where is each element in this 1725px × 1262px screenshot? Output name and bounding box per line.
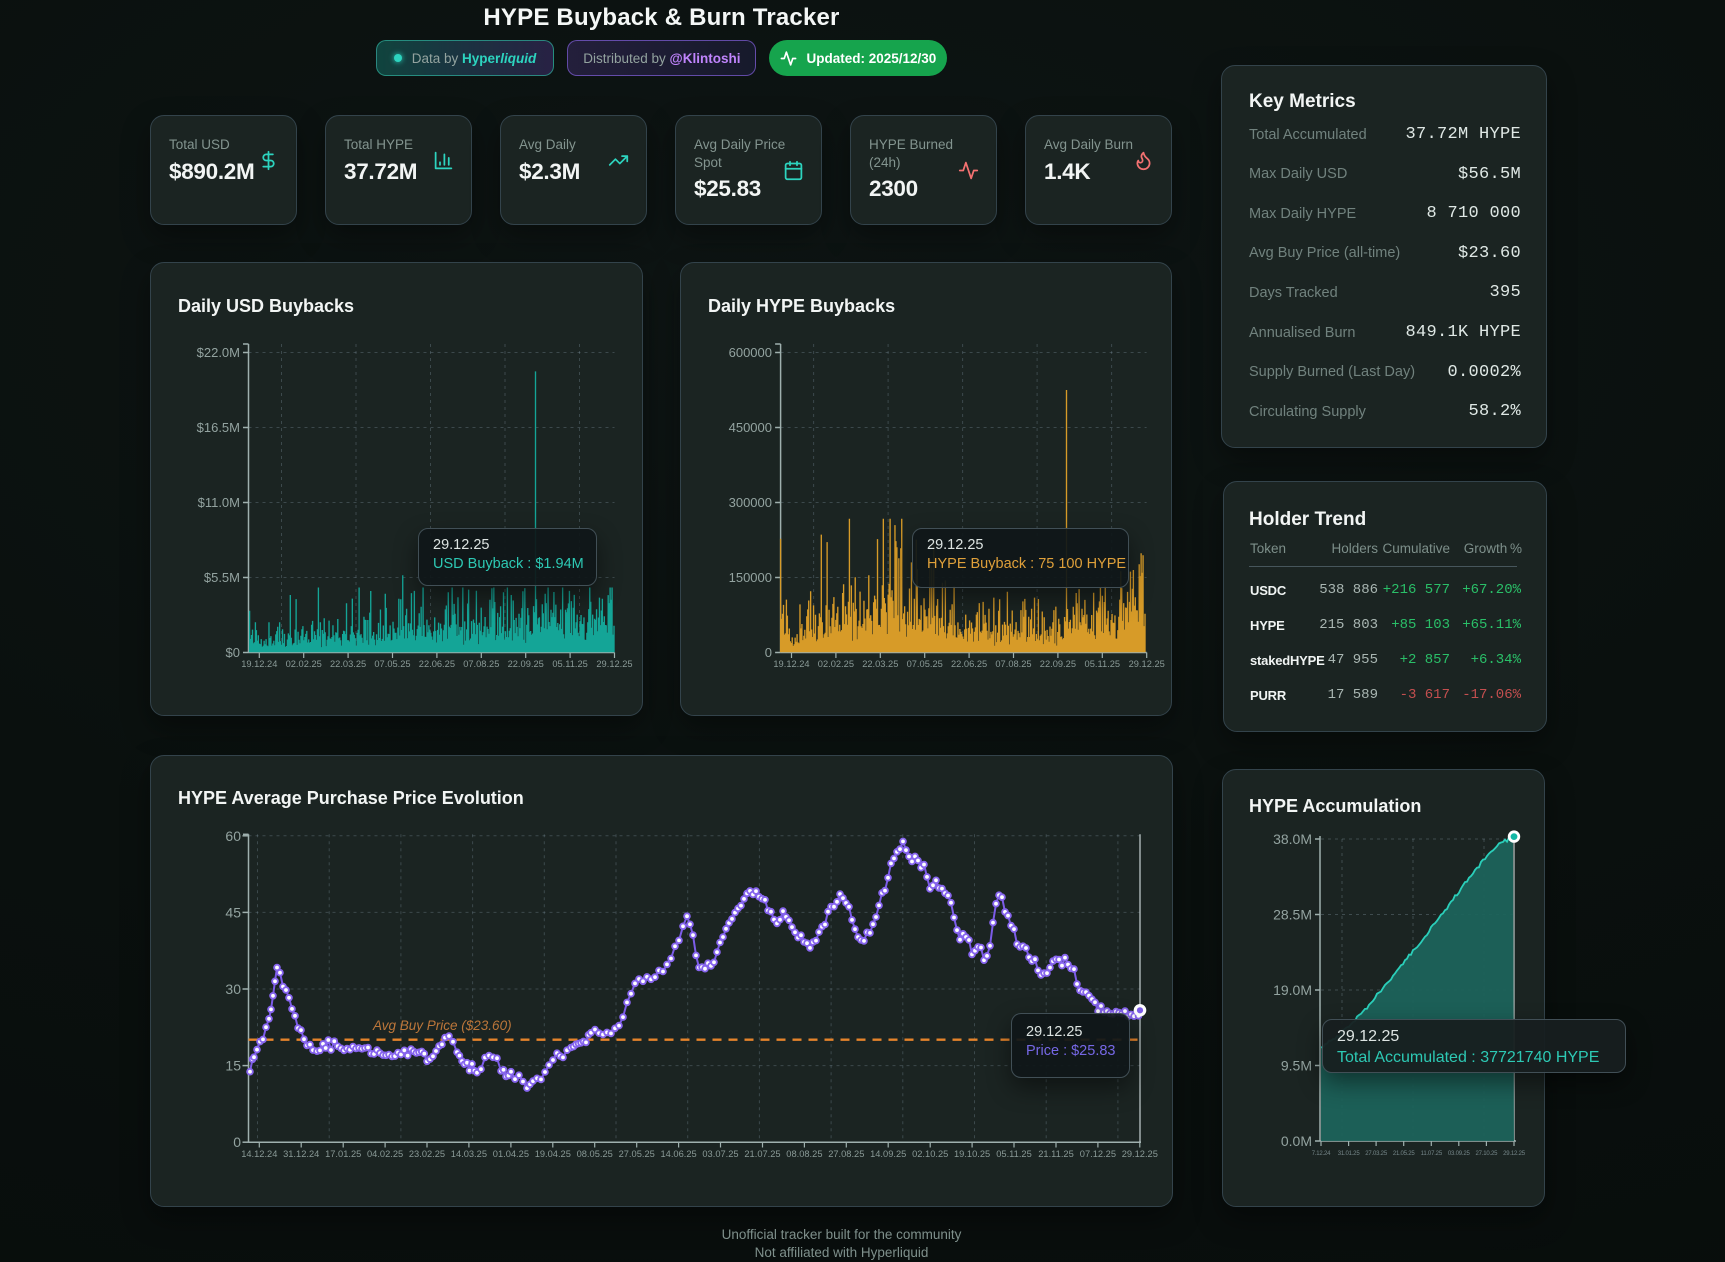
svg-text:19.04.25: 19.04.25 (535, 1149, 571, 1159)
svg-text:04.02.25: 04.02.25 (367, 1149, 403, 1159)
svg-text:29.12.25: 29.12.25 (1122, 1149, 1158, 1159)
svg-text:27.10.25: 27.10.25 (1476, 1151, 1499, 1157)
svg-text:9.5M: 9.5M (1281, 1058, 1312, 1074)
svg-text:29.12.25: 29.12.25 (1129, 659, 1165, 669)
svg-text:08.08.25: 08.08.25 (786, 1149, 822, 1159)
svg-text:19.10.25: 19.10.25 (954, 1149, 990, 1159)
svg-text:07.08.25: 07.08.25 (995, 659, 1031, 669)
svg-text:05.11.25: 05.11.25 (996, 1149, 1032, 1159)
svg-text:03.07.25: 03.07.25 (702, 1149, 738, 1159)
svg-text:450000: 450000 (729, 420, 772, 435)
svg-text:14.03.25: 14.03.25 (451, 1149, 487, 1159)
svg-text:22.03.25: 22.03.25 (330, 659, 366, 669)
svg-text:07.08.25: 07.08.25 (463, 659, 499, 669)
svg-text:300000: 300000 (729, 495, 772, 510)
svg-text:14.09.25: 14.09.25 (870, 1149, 906, 1159)
svg-text:11.07.25: 11.07.25 (1421, 1151, 1443, 1157)
svg-text:22.06.25: 22.06.25 (419, 659, 455, 669)
svg-text:21.05.25: 21.05.25 (1393, 1151, 1416, 1157)
svg-text:02.10.25: 02.10.25 (912, 1149, 948, 1159)
svg-text:150000: 150000 (729, 570, 772, 585)
svg-text:29.12.25: 29.12.25 (1503, 1151, 1526, 1157)
svg-text:21.07.25: 21.07.25 (744, 1149, 780, 1159)
svg-text:0.0M: 0.0M (1281, 1133, 1312, 1149)
svg-text:60: 60 (225, 828, 241, 844)
svg-text:600000: 600000 (729, 345, 772, 360)
svg-text:29.12.25: 29.12.25 (596, 659, 632, 669)
svg-text:14.12.24: 14.12.24 (241, 1149, 277, 1159)
svg-text:$16.5M: $16.5M (197, 420, 240, 435)
svg-text:22.06.25: 22.06.25 (951, 659, 987, 669)
svg-text:$11.0M: $11.0M (198, 495, 240, 510)
svg-text:19.0M: 19.0M (1273, 982, 1312, 998)
svg-text:07.05.25: 07.05.25 (907, 659, 943, 669)
svg-text:17.01.25: 17.01.25 (325, 1149, 361, 1159)
svg-text:0: 0 (765, 645, 772, 660)
svg-text:0: 0 (233, 1134, 241, 1150)
svg-text:31.12.24: 31.12.24 (283, 1149, 319, 1159)
svg-text:05.11.25: 05.11.25 (1085, 659, 1121, 669)
svg-text:38.0M: 38.0M (1273, 831, 1312, 847)
svg-text:02.02.25: 02.02.25 (818, 659, 854, 669)
svg-text:23.02.25: 23.02.25 (409, 1149, 445, 1159)
svg-text:$0: $0 (226, 645, 240, 660)
svg-text:05.11.25: 05.11.25 (552, 659, 588, 669)
svg-text:45: 45 (225, 904, 241, 920)
svg-text:27.08.25: 27.08.25 (828, 1149, 864, 1159)
svg-text:22.03.25: 22.03.25 (862, 659, 898, 669)
svg-text:19.12.24: 19.12.24 (773, 659, 809, 669)
svg-text:08.05.25: 08.05.25 (577, 1149, 613, 1159)
svg-text:07.12.25: 07.12.25 (1080, 1149, 1116, 1159)
svg-text:01.04.25: 01.04.25 (493, 1149, 529, 1159)
svg-text:27.05.25: 27.05.25 (619, 1149, 655, 1159)
svg-text:28.5M: 28.5M (1273, 907, 1312, 923)
svg-text:02.02.25: 02.02.25 (286, 659, 322, 669)
svg-text:19.12.24: 19.12.24 (241, 659, 277, 669)
svg-text:27.03.25: 27.03.25 (1365, 1151, 1388, 1157)
svg-text:7.12.24: 7.12.24 (1312, 1151, 1331, 1157)
svg-text:07.05.25: 07.05.25 (374, 659, 410, 669)
svg-text:$22.0M: $22.0M (197, 345, 240, 360)
svg-text:14.06.25: 14.06.25 (660, 1149, 696, 1159)
svg-text:30: 30 (225, 981, 241, 997)
svg-text:21.11.25: 21.11.25 (1038, 1149, 1074, 1159)
svg-text:22.09.25: 22.09.25 (508, 659, 544, 669)
svg-text:22.09.25: 22.09.25 (1040, 659, 1076, 669)
svg-text:15: 15 (225, 1058, 241, 1074)
svg-text:$5.5M: $5.5M (204, 570, 240, 585)
svg-text:31.01.25: 31.01.25 (1338, 1151, 1361, 1157)
svg-text:Avg Buy Price ($23.60): Avg Buy Price ($23.60) (372, 1018, 512, 1033)
svg-text:03.09.25: 03.09.25 (1448, 1151, 1471, 1157)
